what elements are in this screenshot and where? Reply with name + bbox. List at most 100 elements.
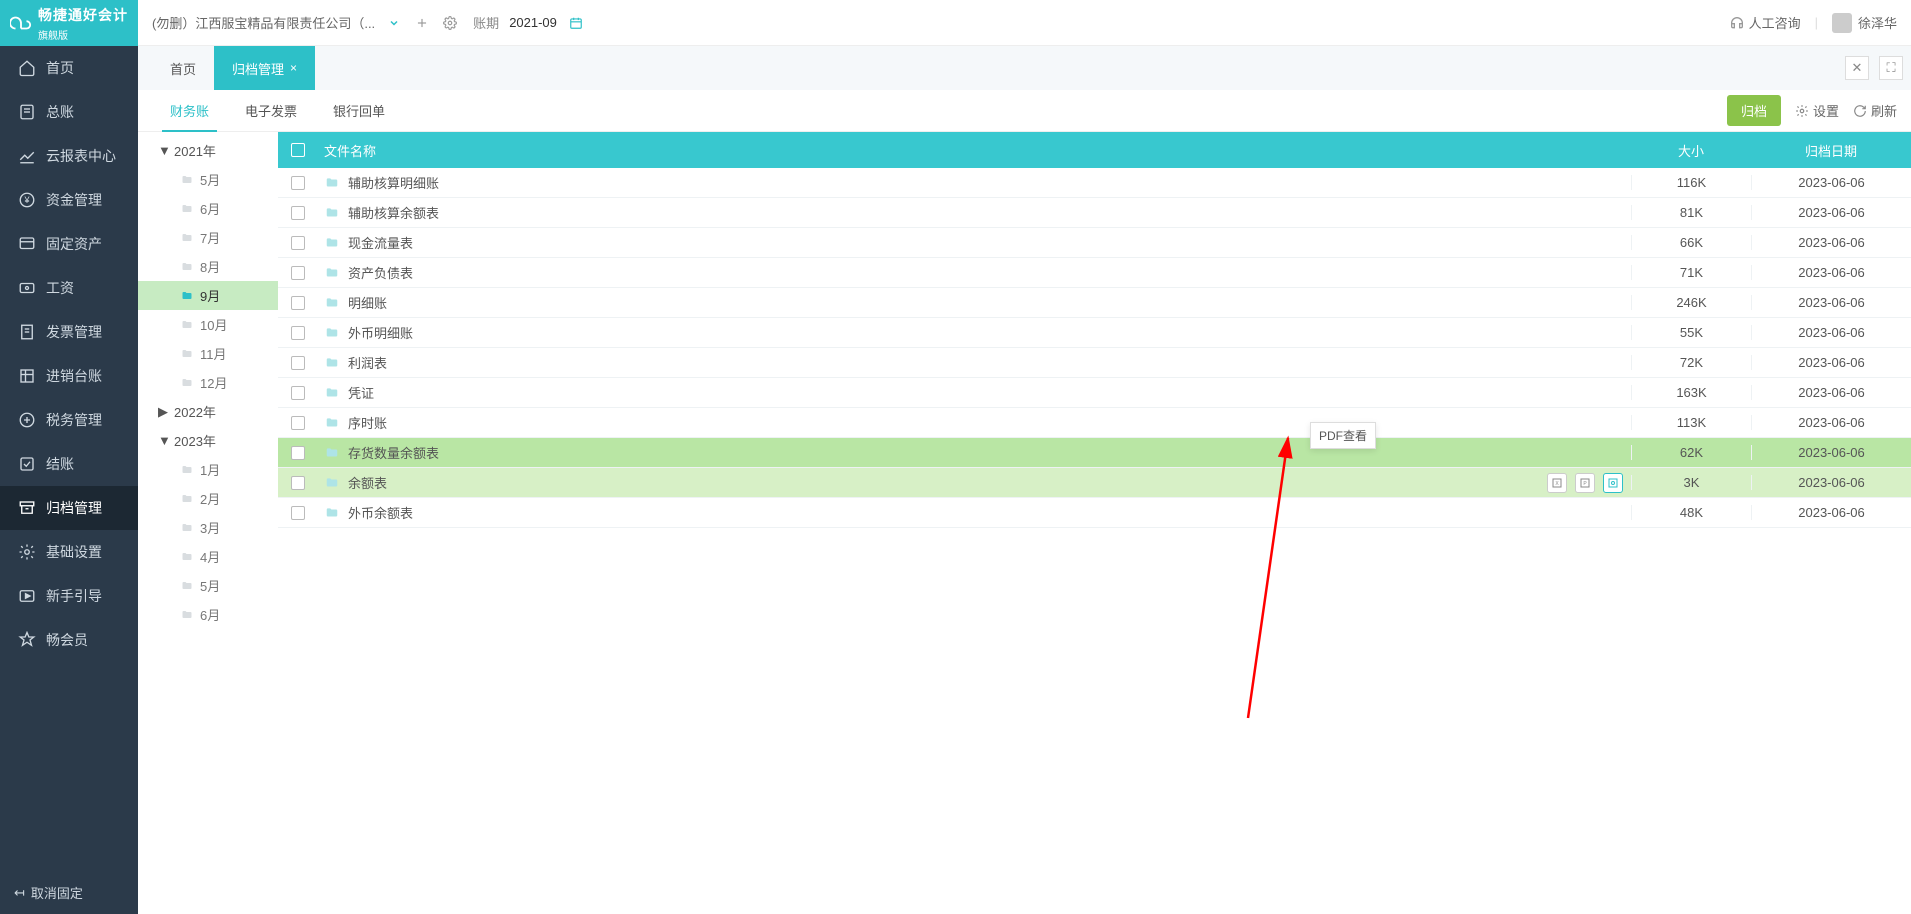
archive-date: 2023-06-06: [1751, 205, 1911, 220]
user-name: 徐泽华: [1858, 13, 1897, 32]
row-checkbox[interactable]: [291, 296, 305, 310]
row-checkbox[interactable]: [291, 176, 305, 190]
table-row[interactable]: 外币余额表 48K 2023-06-06: [278, 498, 1911, 528]
page-tab[interactable]: 归档管理×: [214, 46, 315, 90]
row-checkbox[interactable]: [291, 476, 305, 490]
tree-month[interactable]: 9月: [138, 281, 278, 310]
nav-item-member[interactable]: 畅会员: [0, 618, 138, 662]
nav-item-settings[interactable]: 基础设置: [0, 530, 138, 574]
nav-item-asset[interactable]: 固定资产: [0, 222, 138, 266]
sub-tab[interactable]: 财务账: [152, 90, 227, 132]
sidebar-unpin[interactable]: ↤ 取消固定: [0, 871, 138, 914]
period-value[interactable]: 2021-09: [509, 15, 557, 30]
page-tab[interactable]: 首页: [152, 46, 214, 90]
company-selector[interactable]: (勿删）江西服宝精品有限责任公司（...: [152, 13, 375, 32]
month-label: 2月: [200, 489, 220, 508]
table-row[interactable]: 辅助核算明细账 116K 2023-06-06: [278, 168, 1911, 198]
tree-month[interactable]: 8月: [138, 252, 278, 281]
select-all-checkbox[interactable]: [291, 143, 305, 157]
archive-date: 2023-06-06: [1751, 445, 1911, 460]
archive-button[interactable]: 归档: [1727, 95, 1781, 126]
nav-item-ledger[interactable]: 总账: [0, 90, 138, 134]
table-row[interactable]: 凭证 163K 2023-06-06: [278, 378, 1911, 408]
nav-item-home[interactable]: 首页: [0, 46, 138, 90]
tree-month[interactable]: 4月: [138, 542, 278, 571]
user-menu[interactable]: 徐泽华: [1832, 13, 1897, 33]
folder-icon: [324, 326, 340, 340]
tree-year[interactable]: ▼2021年: [138, 136, 278, 165]
page-tabs: 首页归档管理× ✕ ⛶: [138, 46, 1911, 90]
pin-icon: ↤: [14, 885, 25, 901]
tree-month[interactable]: 3月: [138, 513, 278, 542]
row-checkbox[interactable]: [291, 206, 305, 220]
table-row[interactable]: 存货数量余额表 62K 2023-06-06: [278, 438, 1911, 468]
download-pdf-icon[interactable]: P: [1575, 473, 1595, 493]
table-row[interactable]: 资产负债表 71K 2023-06-06: [278, 258, 1911, 288]
nav-item-guide[interactable]: 新手引导: [0, 574, 138, 618]
row-checkbox[interactable]: [291, 416, 305, 430]
view-pdf-icon[interactable]: [1603, 473, 1623, 493]
month-label: 3月: [200, 518, 220, 537]
row-checkbox[interactable]: [291, 236, 305, 250]
table-row[interactable]: 利润表 72K 2023-06-06: [278, 348, 1911, 378]
settings-link[interactable]: 设置: [1795, 101, 1839, 120]
calendar-icon[interactable]: [567, 14, 585, 32]
tree-month[interactable]: 11月: [138, 339, 278, 368]
folder-icon: [180, 377, 194, 389]
nav-item-invoice[interactable]: 发票管理: [0, 310, 138, 354]
table-row[interactable]: 外币明细账 55K 2023-06-06: [278, 318, 1911, 348]
nav-item-money[interactable]: ¥资金管理: [0, 178, 138, 222]
download-excel-icon[interactable]: X: [1547, 473, 1567, 493]
table-row[interactable]: 余额表 X P 3K 2023-06-06: [278, 468, 1911, 498]
fullscreen-button[interactable]: ⛶: [1879, 56, 1903, 80]
tree-month[interactable]: 1月: [138, 455, 278, 484]
folder-icon: [324, 446, 340, 460]
row-checkbox[interactable]: [291, 356, 305, 370]
close-tab-button[interactable]: ✕: [1845, 56, 1869, 80]
file-table: 文件名称 大小 归档日期 辅助核算明细账 116K 2023-06-06 辅助核…: [278, 132, 1911, 914]
row-checkbox[interactable]: [291, 386, 305, 400]
folder-icon: [180, 493, 194, 505]
nav-item-stock[interactable]: 进销台账: [0, 354, 138, 398]
table-row[interactable]: 现金流量表 66K 2023-06-06: [278, 228, 1911, 258]
month-label: 1月: [200, 460, 220, 479]
nav-item-chart[interactable]: 云报表中心: [0, 134, 138, 178]
tree-year[interactable]: ▶2022年: [138, 397, 278, 426]
nav-label: 总账: [46, 102, 74, 122]
consult-link[interactable]: 人工咨询: [1729, 13, 1801, 32]
archive-date: 2023-06-06: [1751, 415, 1911, 430]
caret-icon: ▼: [158, 143, 168, 158]
nav-item-archive[interactable]: 归档管理: [0, 486, 138, 530]
tax-icon: [18, 411, 36, 429]
row-checkbox[interactable]: [291, 326, 305, 340]
home-icon: [18, 59, 36, 77]
chevron-down-icon[interactable]: [385, 14, 403, 32]
sub-tab[interactable]: 电子发票: [227, 90, 315, 132]
tree-month[interactable]: 10月: [138, 310, 278, 339]
tree-year[interactable]: ▼2023年: [138, 426, 278, 455]
file-name: 利润表: [348, 353, 387, 372]
tree-month[interactable]: 12月: [138, 368, 278, 397]
gear-icon[interactable]: [441, 14, 459, 32]
refresh-link[interactable]: 刷新: [1853, 101, 1897, 120]
tree-month[interactable]: 5月: [138, 165, 278, 194]
col-date: 归档日期: [1751, 141, 1911, 160]
row-checkbox[interactable]: [291, 446, 305, 460]
nav-item-tax[interactable]: 税务管理: [0, 398, 138, 442]
table-row[interactable]: 序时账 113K 2023-06-06: [278, 408, 1911, 438]
row-checkbox[interactable]: [291, 506, 305, 520]
main: (勿删）江西服宝精品有限责任公司（... 账期 2021-09 人工咨询 | 徐…: [138, 0, 1911, 914]
tree-month[interactable]: 7月: [138, 223, 278, 252]
tree-month[interactable]: 2月: [138, 484, 278, 513]
row-checkbox[interactable]: [291, 266, 305, 280]
tab-close-icon[interactable]: ×: [290, 61, 297, 75]
nav-item-salary[interactable]: 工资: [0, 266, 138, 310]
tree-month[interactable]: 6月: [138, 194, 278, 223]
tree-month[interactable]: 6月: [138, 600, 278, 629]
tree-month[interactable]: 5月: [138, 571, 278, 600]
nav-item-close[interactable]: 结账: [0, 442, 138, 486]
sub-tab[interactable]: 银行回单: [315, 90, 403, 132]
table-row[interactable]: 辅助核算余额表 81K 2023-06-06: [278, 198, 1911, 228]
table-row[interactable]: 明细账 246K 2023-06-06: [278, 288, 1911, 318]
plus-icon[interactable]: [413, 14, 431, 32]
